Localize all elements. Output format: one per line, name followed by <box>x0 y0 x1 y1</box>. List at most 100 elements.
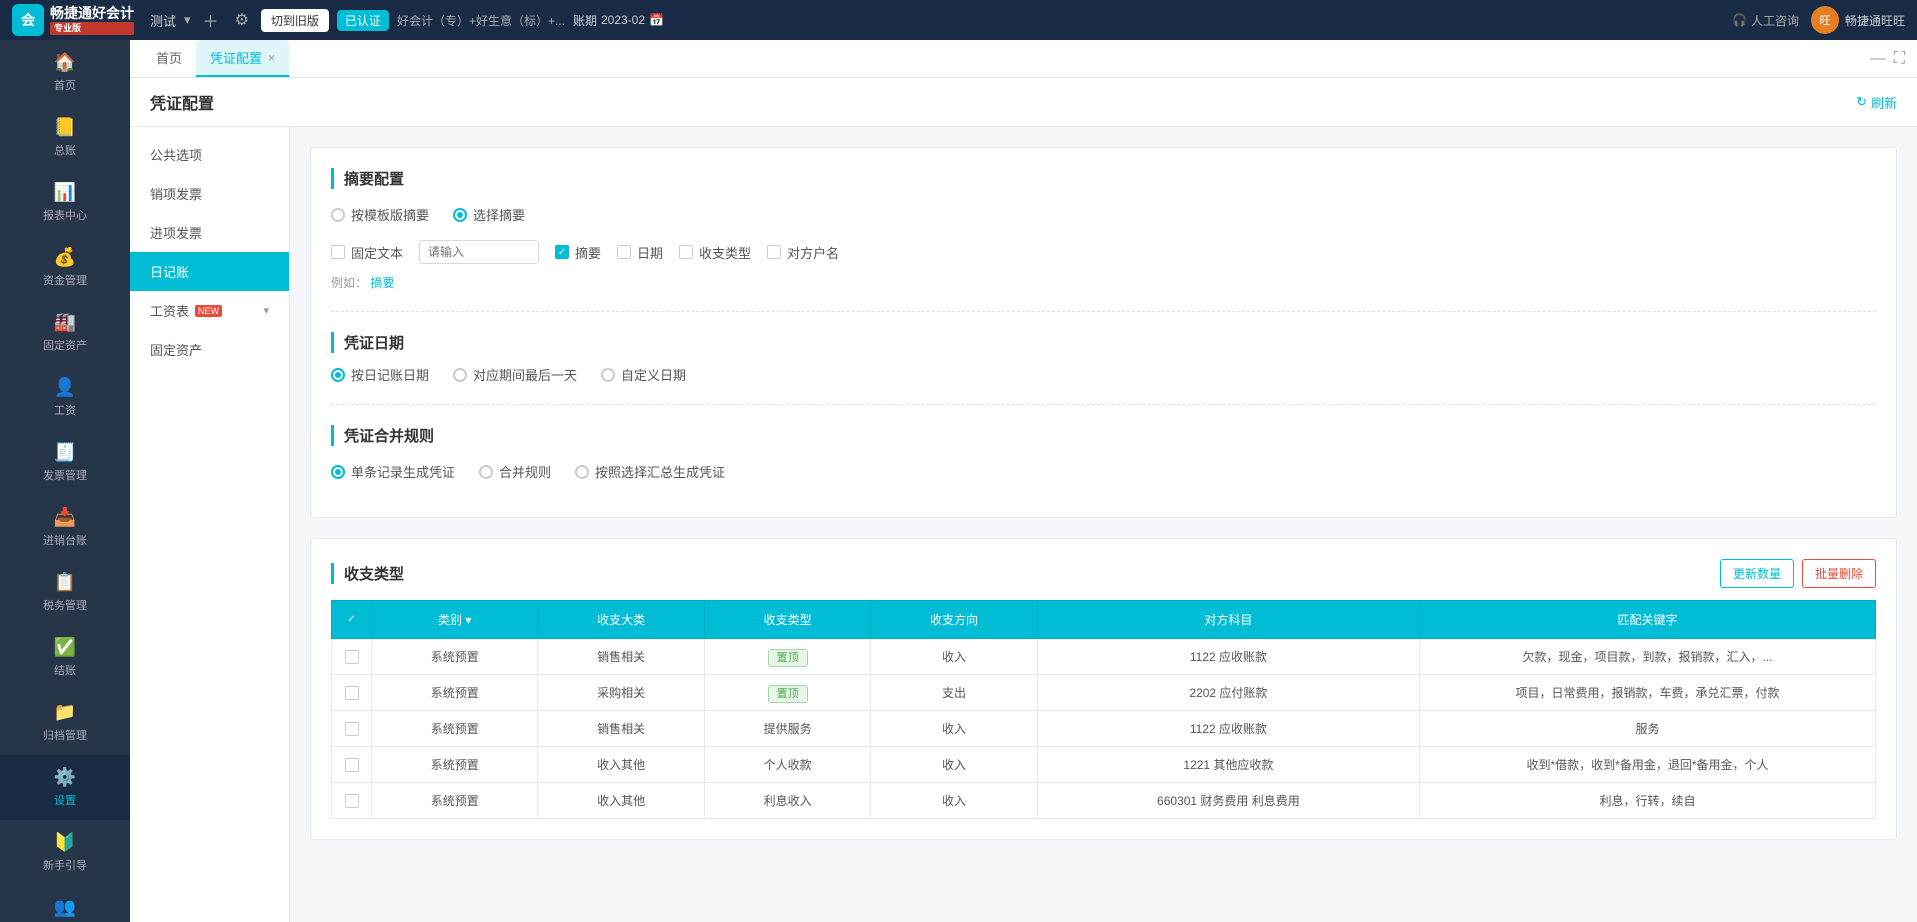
tab-home[interactable]: 首页 <box>142 40 196 77</box>
logo-icon: 会 <box>12 4 44 36</box>
sidebar-item-guide[interactable]: 🔰 新手引导 <box>0 820 130 885</box>
sidebar-item-funds[interactable]: 💰 资金管理 <box>0 235 130 300</box>
row-checkbox-cell[interactable] <box>332 747 372 783</box>
radio-custom-date[interactable]: 自定义日期 <box>601 365 686 384</box>
radio-summary-generate[interactable]: 按照选择汇总生成凭证 <box>575 462 725 481</box>
radio-period-last[interactable]: 对应期间最后一天 <box>453 365 577 384</box>
tab-voucher-config[interactable]: 凭证配置 × <box>196 40 289 77</box>
sidebar-item-ledger[interactable]: 📒 总账 <box>0 105 130 170</box>
switch-version-btn[interactable]: 切到旧版 <box>261 9 329 32</box>
checkbox-pay-type[interactable]: 收支类型 <box>679 243 751 262</box>
update-btn[interactable]: 更新数量 <box>1720 559 1794 588</box>
row-category: 系统预置 <box>372 747 538 783</box>
left-nav-public[interactable]: 公共选项 <box>130 135 289 174</box>
counterpart-checkbox[interactable] <box>767 245 781 259</box>
th-category: 类别 ▾ <box>372 601 538 639</box>
row-checkbox-cell[interactable] <box>332 675 372 711</box>
member-icon: 👥 <box>54 897 76 918</box>
checkbox-fixed-text[interactable]: 固定文本 <box>331 243 403 262</box>
row-checkbox[interactable] <box>345 794 359 808</box>
checkbox-date[interactable]: 日期 <box>617 243 663 262</box>
radio-select[interactable]: 选择摘要 <box>453 205 525 224</box>
row-account: 1122 应收账款 <box>1037 711 1419 747</box>
radio-template-circle <box>331 208 345 222</box>
sidebar-item-invoice[interactable]: 🧾 发票管理 <box>0 430 130 495</box>
summary-checkbox-row: 固定文本 ✓ 摘要 日期 收支类型 <box>331 240 1876 264</box>
left-nav-salary[interactable]: 工资表 NEW ▾ <box>130 291 289 330</box>
radio-single-circle <box>331 465 345 479</box>
fixed-text-checkbox[interactable] <box>331 245 345 259</box>
left-nav-fixed-asset[interactable]: 固定资产 <box>130 330 289 369</box>
period-label: 账期 2023-02 📅 <box>573 12 664 29</box>
sidebar-item-settings[interactable]: ⚙️ 设置 <box>0 755 130 820</box>
page-header: 凭证配置 ↻ 刷新 <box>130 78 1917 127</box>
two-panel: 公共选项 销项发票 进项发票 日记账 工资表 NEW ▾ 固定资产 <box>130 127 1917 922</box>
row-category: 系统预置 <box>372 675 538 711</box>
topbar-right: 🎧 人工咨询 旺 畅捷通旺旺 <box>1732 6 1905 34</box>
row-checkbox[interactable] <box>345 686 359 700</box>
settings-icon[interactable]: ⚙ <box>231 6 253 34</box>
user-menu[interactable]: 旺 畅捷通旺旺 <box>1811 6 1905 34</box>
row-keywords: 项目，日常费用，报销款，车费，承兑汇票，付款 <box>1420 675 1876 711</box>
th-checkbox[interactable]: ✓ <box>332 601 372 639</box>
main-layout: 🏠 首页 📒 总账 📊 报表中心 💰 资金管理 🏭 固定资产 👤 工资 🧾 发票… <box>0 40 1917 922</box>
row-type: 个人收款 <box>704 747 870 783</box>
left-nav: 公共选项 销项发票 进项发票 日记账 工资表 NEW ▾ 固定资产 <box>130 127 290 922</box>
calendar-icon[interactable]: 📅 <box>649 13 664 27</box>
sidebar-item-member[interactable]: 👥 畅会员 <box>0 885 130 922</box>
left-nav-journal[interactable]: 日记账 <box>130 252 289 291</box>
row-checkbox[interactable] <box>345 650 359 664</box>
funds-icon: 💰 <box>54 247 76 268</box>
fixed-text-input[interactable] <box>419 240 539 264</box>
pay-type-checkbox[interactable] <box>679 245 693 259</box>
batch-delete-btn[interactable]: 批量删除 <box>1802 559 1876 588</box>
sidebar-item-purchase[interactable]: 📥 进销台账 <box>0 495 130 560</box>
sidebar-item-archive[interactable]: 📁 归档管理 <box>0 690 130 755</box>
row-checkbox-cell[interactable] <box>332 711 372 747</box>
support-btn[interactable]: 🎧 人工咨询 <box>1732 12 1799 29</box>
sidebar-item-salary[interactable]: 👤 工资 <box>0 365 130 430</box>
left-nav-purchase[interactable]: 进项发票 <box>130 213 289 252</box>
sidebar-item-assets[interactable]: 🏭 固定资产 <box>0 300 130 365</box>
page-title: 凭证配置 <box>150 90 214 114</box>
checkbox-summary[interactable]: ✓ 摘要 <box>555 243 601 262</box>
settlement-icon: ✅ <box>54 637 76 658</box>
row-type: 置顶 <box>704 639 870 675</box>
income-table: ✓ 类别 ▾ 收支大类 收支类型 收支方向 对方科目 匹配关键字 <box>331 600 1876 819</box>
radio-merge-rule[interactable]: 合并规则 <box>479 462 551 481</box>
top-tag[interactable]: 置顶 <box>768 649 808 667</box>
radio-template[interactable]: 按模板版摘要 <box>331 205 429 224</box>
left-nav-sales[interactable]: 销项发票 <box>130 174 289 213</box>
minimize-icon[interactable]: — <box>1870 50 1886 68</box>
checkbox-counterpart[interactable]: 对方户名 <box>767 243 839 262</box>
summary-checkbox[interactable]: ✓ <box>555 245 569 259</box>
row-major: 采购相关 <box>538 675 704 711</box>
income-title: 收支类型 <box>331 563 404 584</box>
row-checkbox[interactable] <box>345 722 359 736</box>
select-all-checkbox[interactable]: ✓ <box>345 613 359 627</box>
radio-single-record[interactable]: 单条记录生成凭证 <box>331 462 455 481</box>
salary-icon: 👤 <box>54 377 76 398</box>
sidebar-item-home[interactable]: 🏠 首页 <box>0 40 130 105</box>
tab-close-btn[interactable]: × <box>268 51 275 65</box>
refresh-btn[interactable]: ↻ 刷新 <box>1856 93 1897 112</box>
summary-radio-group: 按模板版摘要 选择摘要 <box>331 205 1876 224</box>
dropdown-arrow-icon[interactable]: ▾ <box>184 12 191 28</box>
top-tag[interactable]: 置顶 <box>768 685 808 703</box>
sidebar-item-tax[interactable]: 📋 税务管理 <box>0 560 130 625</box>
row-account: 1122 应收账款 <box>1037 639 1419 675</box>
th-type: 收支类型 <box>704 601 870 639</box>
chevron-down-icon: ▾ <box>263 304 269 317</box>
date-checkbox[interactable] <box>617 245 631 259</box>
sidebar: 🏠 首页 📒 总账 📊 报表中心 💰 资金管理 🏭 固定资产 👤 工资 🧾 发票… <box>0 40 130 922</box>
radio-merge-circle <box>479 465 493 479</box>
sidebar-item-reports[interactable]: 📊 报表中心 <box>0 170 130 235</box>
sidebar-item-settlement[interactable]: ✅ 结账 <box>0 625 130 690</box>
maximize-icon[interactable]: ⛶ <box>1894 50 1905 68</box>
radio-journal-date[interactable]: 按日记账日期 <box>331 365 429 384</box>
row-checkbox[interactable] <box>345 758 359 772</box>
add-btn[interactable]: ＋ <box>199 4 223 36</box>
tab-bar: 首页 凭证配置 × — ⛶ <box>130 40 1917 78</box>
row-checkbox-cell[interactable] <box>332 639 372 675</box>
row-checkbox-cell[interactable] <box>332 783 372 819</box>
